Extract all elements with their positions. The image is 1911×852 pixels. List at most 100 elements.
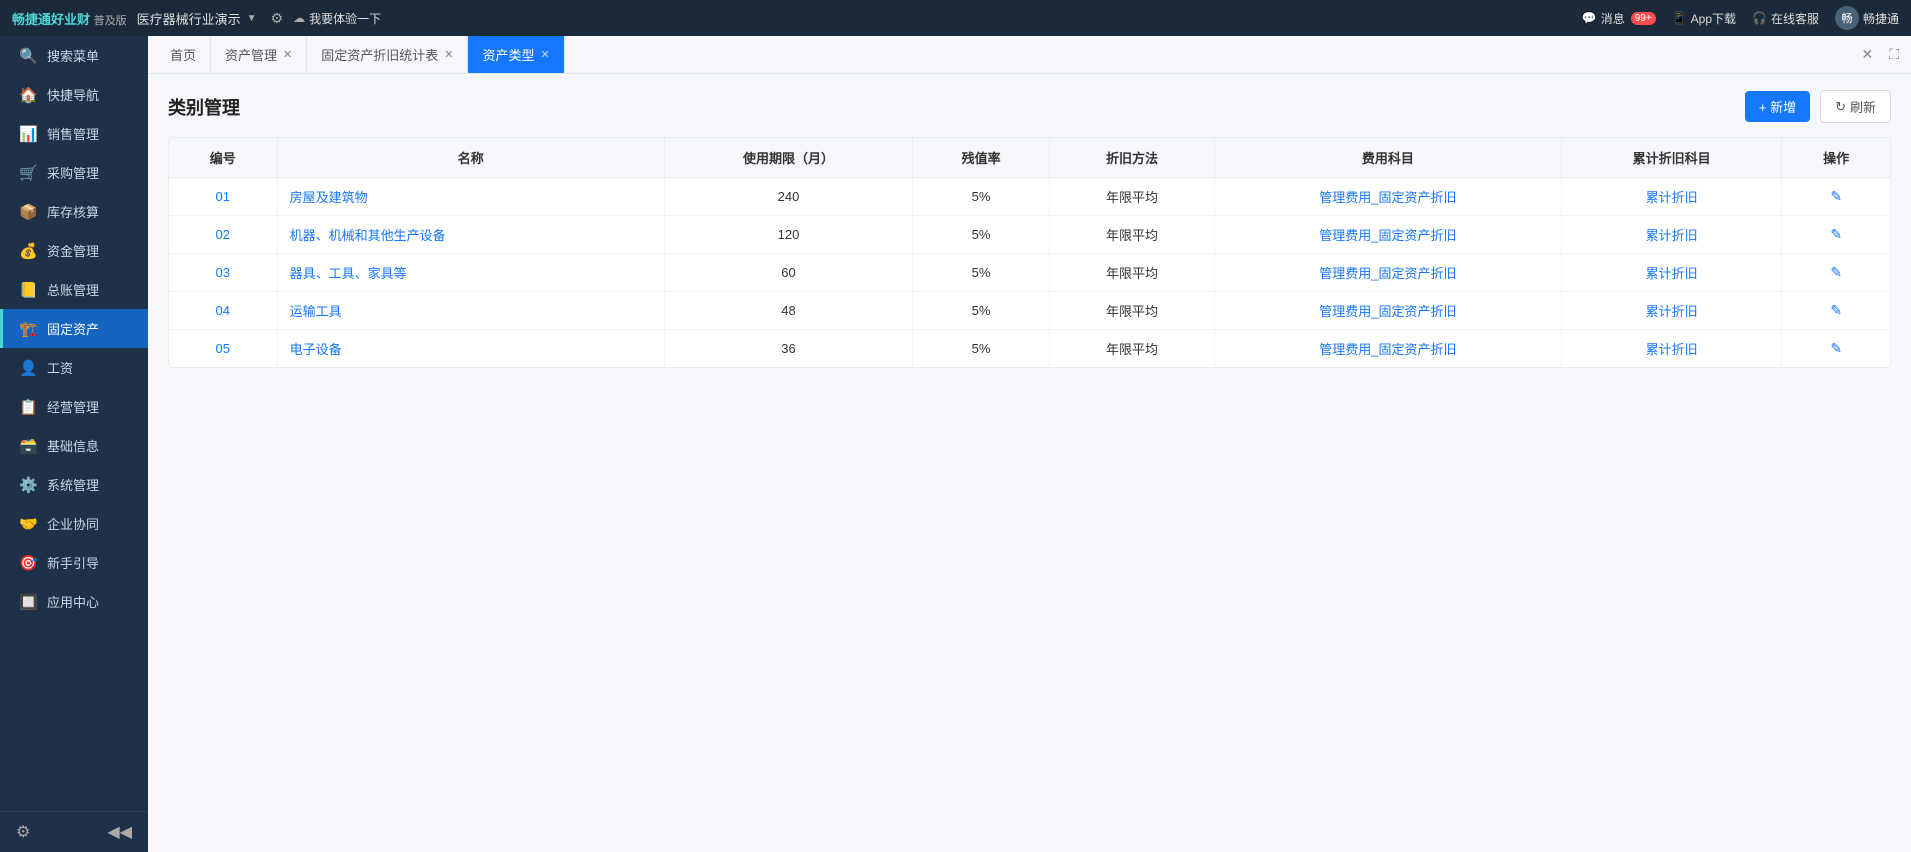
sidebar-item-system[interactable]: ⚙️系统管理 xyxy=(0,465,148,504)
cell-method: 年限平均 xyxy=(1050,216,1215,254)
cell-method: 年限平均 xyxy=(1050,178,1215,216)
sidebar-item-label: 固定资产 xyxy=(47,319,99,338)
tab-depreciation-table[interactable]: 固定资产折旧统计表✕ xyxy=(307,36,468,73)
cell-action[interactable]: ✎ xyxy=(1782,178,1890,216)
cell-accum: 累计折旧 xyxy=(1561,254,1781,292)
sidebar-item-ledger[interactable]: 📒总账管理 xyxy=(0,270,148,309)
app-center-icon: 🔲 xyxy=(19,593,37,611)
sidebar-item-sales[interactable]: 📊 销售管理 xyxy=(0,114,148,153)
column-header: 名称 xyxy=(277,138,664,178)
table-row: 05 电子设备 36 5% 年限平均 管理费用_固定资产折旧 累计折旧 ✎ xyxy=(169,330,1890,368)
phone-icon: 📱 xyxy=(1672,11,1687,25)
tab-close-icon[interactable]: ✕ xyxy=(283,48,292,61)
tab-home[interactable]: 首页 xyxy=(156,36,211,73)
ledger-icon: 📒 xyxy=(19,281,37,299)
tab-close-icon[interactable]: ✕ xyxy=(541,48,550,61)
cell-code: 03 xyxy=(169,254,277,292)
sidebar-item-quick-nav[interactable]: 🏠快捷导航 xyxy=(0,75,148,114)
guide-icon: 🎯 xyxy=(19,554,37,572)
sidebar-item-basic-info[interactable]: 🗃️基础信息 xyxy=(0,426,148,465)
cell-name: 运输工具 xyxy=(277,292,664,330)
tab-label: 资产管理 xyxy=(225,45,277,64)
cloud-icon: ☁ xyxy=(293,11,305,25)
sidebar-item-label: 采购管理 xyxy=(47,163,99,182)
sidebar-item-label: 系统管理 xyxy=(47,475,99,494)
quick-nav-icon: 🏠 xyxy=(19,86,37,104)
cell-name: 器具、工具、家具等 xyxy=(277,254,664,292)
tab-close-icon[interactable]: ✕ xyxy=(444,48,453,61)
tab-asset-mgmt[interactable]: 资产管理 ✕ xyxy=(211,36,307,73)
cell-expense: 管理费用_固定资产折旧 xyxy=(1214,292,1561,330)
column-header: 使用期限（月） xyxy=(664,138,912,178)
user-menu[interactable]: 畅 畅捷通 xyxy=(1835,6,1899,30)
tab-bar: 首页资产管理✕固定资产折旧统计表✕资产类型✕ ✕ ⛶ xyxy=(148,36,1911,74)
basic-info-icon: 🗃️ xyxy=(19,437,37,455)
sidebar-item-label: 经营管理 xyxy=(47,397,99,416)
header-actions: + 新增 ↻ 刷新 xyxy=(1745,90,1891,123)
sidebar-collapse-icon[interactable]: ◀◀ xyxy=(107,822,132,842)
cell-residual: 5% xyxy=(913,292,1050,330)
topbar: 畅捷通好业财 普及版 医疗器械行业演示 ▼ ⚙ ☁ 我要体验一下 💬 消息 99… xyxy=(0,0,1911,36)
cell-expense: 管理费用_固定资产折旧 xyxy=(1214,330,1561,368)
content-area: 首页资产管理✕固定资产折旧统计表✕资产类型✕ ✕ ⛶ 类别管理 + 新增 ↻ 刷… xyxy=(148,36,1911,852)
maximize-icon[interactable]: ⛶ xyxy=(1885,44,1903,65)
cell-residual: 5% xyxy=(913,330,1050,368)
edit-icon[interactable]: ✎ xyxy=(1830,188,1842,204)
tab-label: 资产类型 xyxy=(482,45,534,64)
cell-period: 240 xyxy=(664,178,912,216)
settings-icon[interactable]: ⚙ xyxy=(271,10,284,27)
edit-icon[interactable]: ✎ xyxy=(1830,226,1842,242)
close-tab-icon[interactable]: ✕ xyxy=(1857,44,1877,65)
new-button[interactable]: + 新增 xyxy=(1745,91,1810,122)
app-logo: 畅捷通好业财 普及版 xyxy=(12,9,127,28)
customer-service-button[interactable]: 🎧 在线客服 xyxy=(1752,10,1819,27)
enterprise-icon: 🤝 xyxy=(19,515,37,533)
refresh-button[interactable]: ↻ 刷新 xyxy=(1820,90,1891,123)
avatar: 畅 xyxy=(1835,6,1859,30)
cell-code: 05 xyxy=(169,330,277,368)
messages-button[interactable]: 💬 消息 99+ xyxy=(1582,10,1656,27)
sidebar-item-search[interactable]: 🔍搜索菜单 xyxy=(0,36,148,75)
cell-residual: 5% xyxy=(913,216,1050,254)
sales-icon: 📊 xyxy=(19,125,37,143)
sidebar-item-label: 库存核算 xyxy=(47,202,99,221)
cell-action[interactable]: ✎ xyxy=(1782,292,1890,330)
sidebar-item-label: 销售管理 xyxy=(47,124,99,143)
cell-expense: 管理费用_固定资产折旧 xyxy=(1214,216,1561,254)
company-selector[interactable]: 医疗器械行业演示 ▼ xyxy=(137,9,257,28)
tab-asset-type[interactable]: 资产类型 ✕ xyxy=(468,36,564,73)
cell-action[interactable]: ✎ xyxy=(1782,216,1890,254)
inventory-icon: 📦 xyxy=(19,203,37,221)
cell-code: 04 xyxy=(169,292,277,330)
cell-action[interactable]: ✎ xyxy=(1782,330,1890,368)
cell-expense: 管理费用_固定资产折旧 xyxy=(1214,254,1561,292)
sidebar-item-app-center[interactable]: 🔲 应用中心 xyxy=(0,582,148,621)
chevron-down-icon: ▼ xyxy=(247,13,257,24)
sidebar-item-guide[interactable]: 🎯新手引导 xyxy=(0,543,148,582)
app-download-button[interactable]: 📱 App下载 xyxy=(1672,10,1736,27)
edit-icon[interactable]: ✎ xyxy=(1830,340,1842,356)
edit-icon[interactable]: ✎ xyxy=(1830,302,1842,318)
trial-button[interactable]: ☁ 我要体验一下 xyxy=(293,10,381,27)
sidebar-item-fixed-assets[interactable]: 🏗️固定资产 xyxy=(0,309,148,348)
sidebar-item-operation[interactable]: 📋经营管理 xyxy=(0,387,148,426)
column-header: 操作 xyxy=(1782,138,1890,178)
headset-icon: 🎧 xyxy=(1752,11,1767,25)
payroll-icon: 👤 xyxy=(19,359,37,377)
sidebar-item-label: 应用中心 xyxy=(47,592,99,611)
cell-action[interactable]: ✎ xyxy=(1782,254,1890,292)
column-header: 残值率 xyxy=(913,138,1050,178)
sidebar-item-funds[interactable]: 💰资金管理 xyxy=(0,231,148,270)
sidebar-item-inventory[interactable]: 📦 库存核算 xyxy=(0,192,148,231)
sidebar-item-enterprise[interactable]: 🤝 企业协同 xyxy=(0,504,148,543)
edit-icon[interactable]: ✎ xyxy=(1830,264,1842,280)
sidebar-item-payroll[interactable]: 👤工资 xyxy=(0,348,148,387)
tab-label: 首页 xyxy=(170,45,196,64)
cell-accum: 累计折旧 xyxy=(1561,178,1781,216)
page-header: 类别管理 + 新增 ↻ 刷新 xyxy=(168,90,1891,123)
sidebar-item-label: 企业协同 xyxy=(47,514,99,533)
cell-period: 36 xyxy=(664,330,912,368)
sidebar: 🔍搜索菜单🏠快捷导航 📊 销售管理 🛒采购管理 📦 库存核算 💰资金管理📒总账管理🏗️固定资… xyxy=(0,36,148,852)
sidebar-item-purchase[interactable]: 🛒采购管理 xyxy=(0,153,148,192)
sidebar-settings-icon[interactable]: ⚙ xyxy=(16,822,30,842)
